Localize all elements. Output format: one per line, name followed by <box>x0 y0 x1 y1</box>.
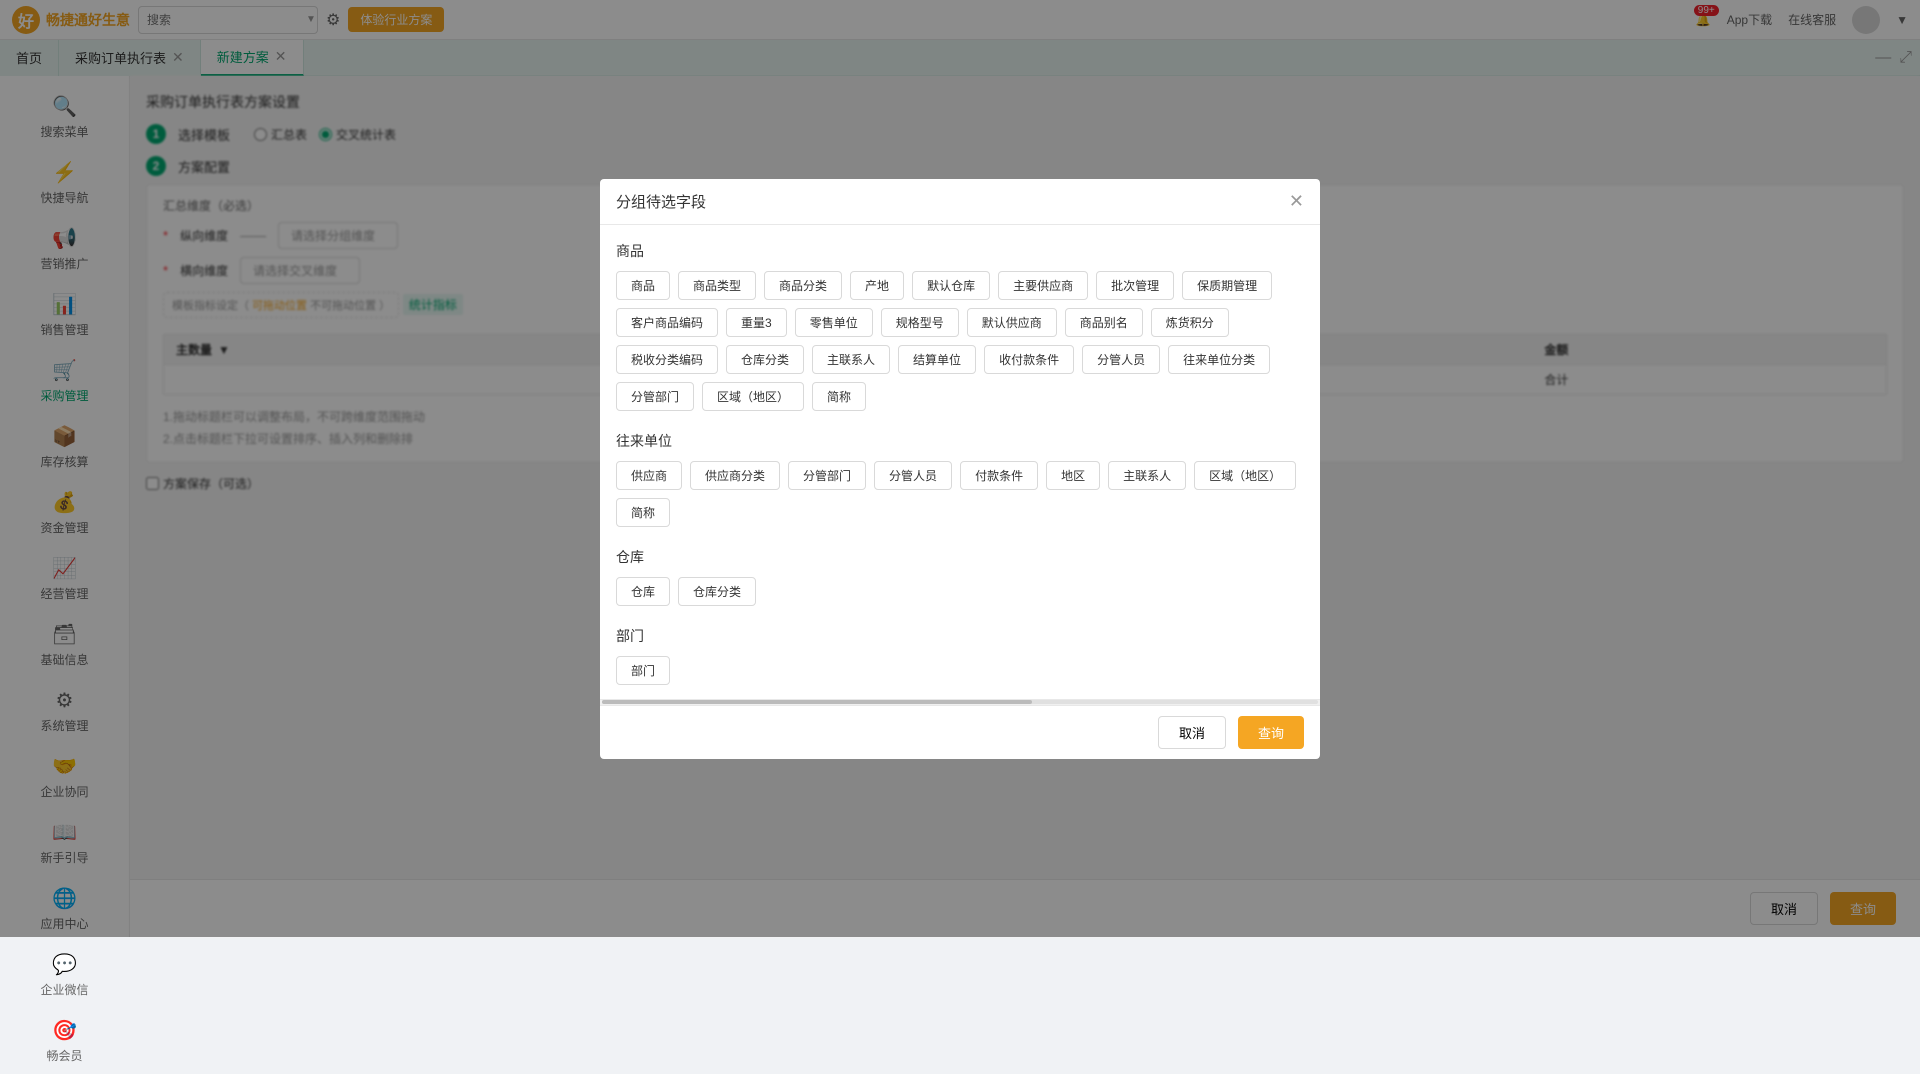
modal-close-icon[interactable]: ✕ <box>1289 191 1304 212</box>
field-item[interactable]: 付款条件 <box>960 461 1038 490</box>
field-item[interactable]: 零售单位 <box>795 308 873 337</box>
modal-confirm-button[interactable]: 查询 <box>1238 716 1304 749</box>
field-item[interactable]: 炼货积分 <box>1151 308 1229 337</box>
sidebar-label-wechat: 企业微信 <box>40 981 88 998</box>
field-group-goods: 商品 商品 商品类型 商品分类 产地 默认仓库 主要供应商 批次管理 保质期管理… <box>616 241 1304 411</box>
field-item[interactable]: 主要供应商 <box>998 271 1088 300</box>
modal-body: 商品 商品 商品类型 商品分类 产地 默认仓库 主要供应商 批次管理 保质期管理… <box>600 225 1320 699</box>
field-item[interactable]: 客户商品编码 <box>616 308 718 337</box>
field-item[interactable]: 主联系人 <box>1108 461 1186 490</box>
field-item[interactable]: 批次管理 <box>1096 271 1174 300</box>
scrollbar-thumb[interactable] <box>602 700 1032 704</box>
modal-title: 分组待选字段 <box>616 191 706 212</box>
field-item[interactable]: 结算单位 <box>898 345 976 374</box>
field-item[interactable]: 简称 <box>616 498 670 527</box>
field-group-partner: 往来单位 供应商 供应商分类 分管部门 分管人员 付款条件 地区 主联系人 区域… <box>616 431 1304 527</box>
field-item[interactable]: 商品类型 <box>678 271 756 300</box>
wechat-icon: 💬 <box>52 952 77 977</box>
field-item[interactable]: 商品分类 <box>764 271 842 300</box>
field-item[interactable]: 仓库分类 <box>726 345 804 374</box>
field-item[interactable]: 供应商分类 <box>690 461 780 490</box>
field-item[interactable]: 税收分类编码 <box>616 345 718 374</box>
sidebar-item-member[interactable]: 🎯 畅会员 <box>0 1008 129 1074</box>
modal-header: 分组待选字段 ✕ <box>600 179 1320 225</box>
field-item[interactable]: 分管部门 <box>616 382 694 411</box>
group-title-warehouse: 仓库 <box>616 547 1304 567</box>
field-items-partner: 供应商 供应商分类 分管部门 分管人员 付款条件 地区 主联系人 区域（地区） … <box>616 461 1304 527</box>
field-item[interactable]: 默认供应商 <box>967 308 1057 337</box>
field-item[interactable]: 产地 <box>850 271 904 300</box>
group-title-partner: 往来单位 <box>616 431 1304 451</box>
scrollbar-track <box>602 700 1318 704</box>
field-item[interactable]: 区域（地区） <box>1194 461 1296 490</box>
field-select-modal: 分组待选字段 ✕ 商品 商品 商品类型 商品分类 产地 默认仓库 主要供应商 批… <box>600 179 1320 759</box>
group-title-dept: 部门 <box>616 626 1304 646</box>
field-item[interactable]: 分管人员 <box>874 461 952 490</box>
modal-footer: 取消 查询 <box>600 705 1320 759</box>
field-items-dept: 部门 <box>616 656 1304 685</box>
field-item[interactable]: 规格型号 <box>881 308 959 337</box>
modal-scrollbar[interactable] <box>600 699 1320 705</box>
field-item[interactable]: 商品别名 <box>1065 308 1143 337</box>
member-icon: 🎯 <box>52 1018 77 1043</box>
field-item[interactable]: 区域（地区） <box>702 382 804 411</box>
modal-overlay[interactable]: 分组待选字段 ✕ 商品 商品 商品类型 商品分类 产地 默认仓库 主要供应商 批… <box>0 0 1920 937</box>
field-item[interactable]: 供应商 <box>616 461 682 490</box>
field-group-dept: 部门 部门 <box>616 626 1304 685</box>
sidebar-item-wechat[interactable]: 💬 企业微信 <box>0 942 129 1008</box>
field-items-goods: 商品 商品类型 商品分类 产地 默认仓库 主要供应商 批次管理 保质期管理 客户… <box>616 271 1304 411</box>
group-title-goods: 商品 <box>616 241 1304 261</box>
modal-cancel-button[interactable]: 取消 <box>1158 716 1226 749</box>
sidebar-label-member: 畅会员 <box>46 1047 82 1064</box>
field-item[interactable]: 默认仓库 <box>912 271 990 300</box>
field-item[interactable]: 地区 <box>1046 461 1100 490</box>
field-item[interactable]: 保质期管理 <box>1182 271 1272 300</box>
field-item[interactable]: 部门 <box>616 656 670 685</box>
field-item[interactable]: 重量3 <box>726 308 787 337</box>
field-group-warehouse: 仓库 仓库 仓库分类 <box>616 547 1304 606</box>
field-items-warehouse: 仓库 仓库分类 <box>616 577 1304 606</box>
field-item[interactable]: 主联系人 <box>812 345 890 374</box>
field-item[interactable]: 简称 <box>812 382 866 411</box>
field-item[interactable]: 商品 <box>616 271 670 300</box>
field-item[interactable]: 收付款条件 <box>984 345 1074 374</box>
field-item[interactable]: 仓库分类 <box>678 577 756 606</box>
field-item[interactable]: 往来单位分类 <box>1168 345 1270 374</box>
field-item[interactable]: 分管部门 <box>788 461 866 490</box>
field-item[interactable]: 分管人员 <box>1082 345 1160 374</box>
field-item[interactable]: 仓库 <box>616 577 670 606</box>
